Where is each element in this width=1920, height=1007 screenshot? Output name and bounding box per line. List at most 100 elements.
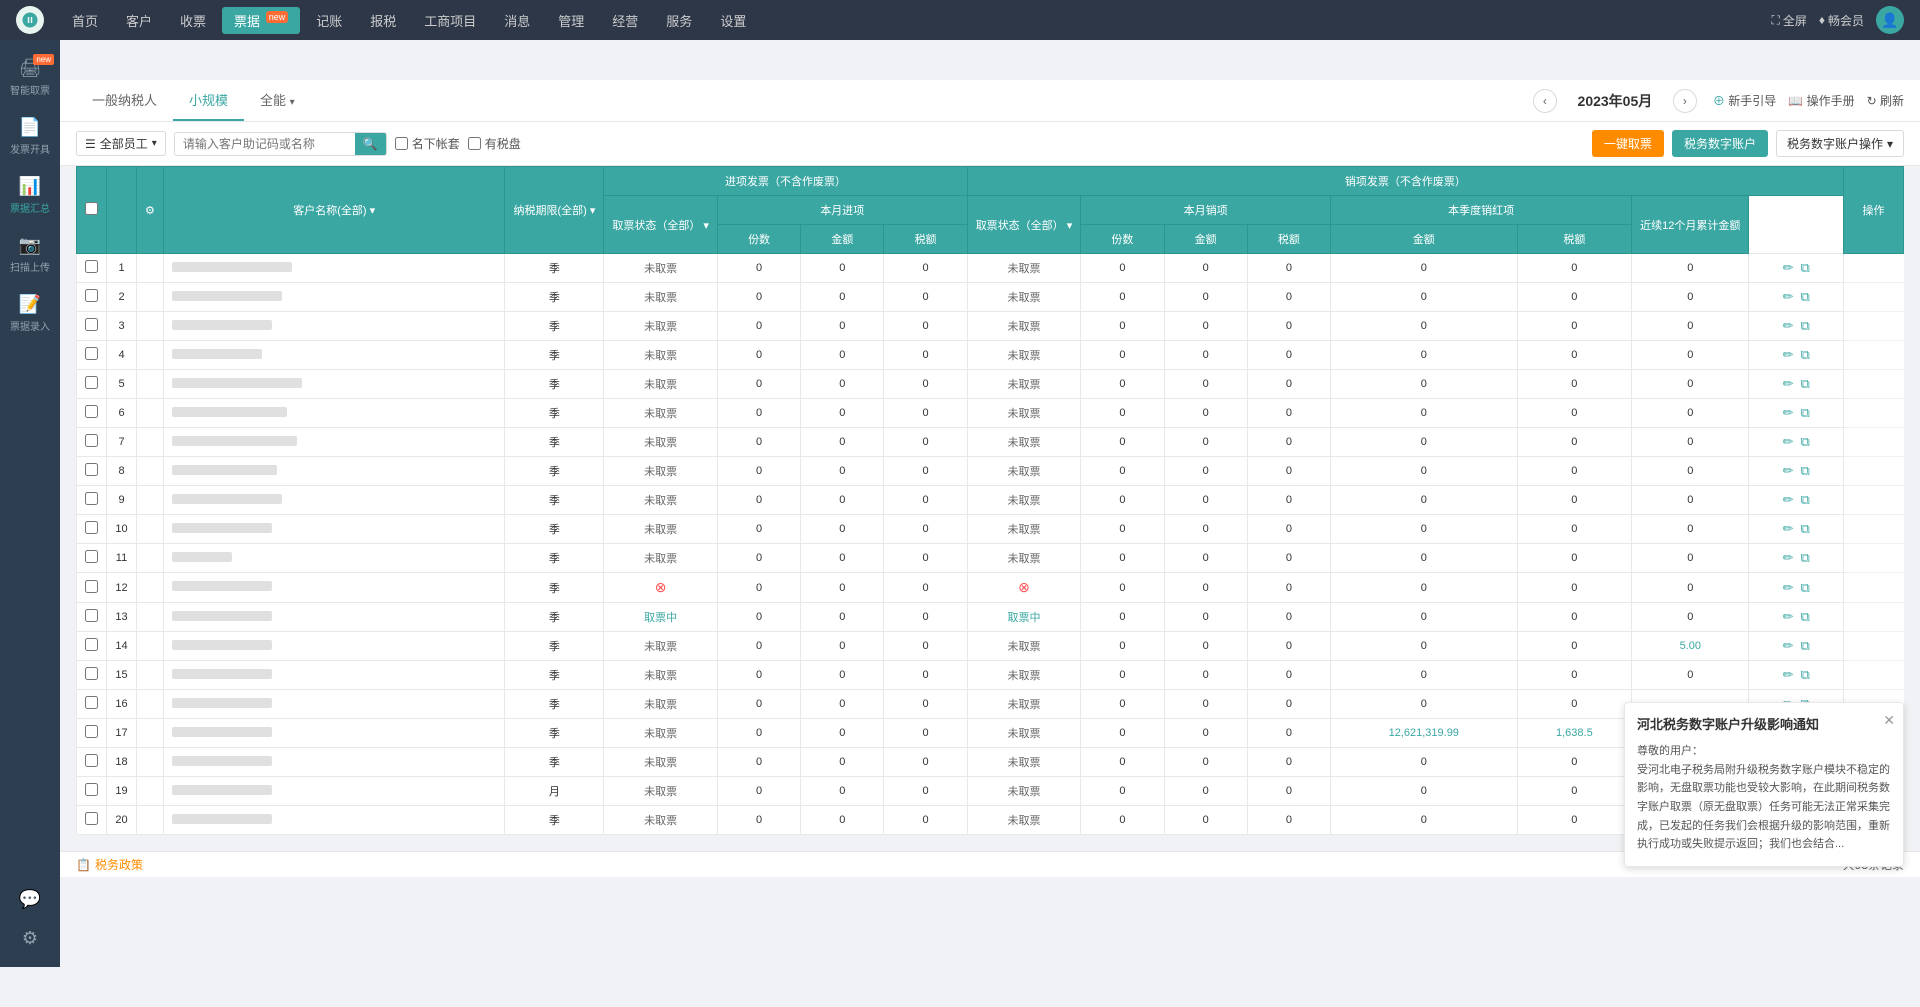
row-checkbox-cell[interactable]: [77, 399, 107, 428]
row-checkbox-cell[interactable]: [77, 515, 107, 544]
copy-btn[interactable]: ⧉: [1801, 492, 1810, 507]
row-checkbox[interactable]: [85, 667, 98, 680]
edit-btn[interactable]: ✏: [1783, 376, 1794, 391]
row-checkbox[interactable]: [85, 812, 98, 825]
row-checkbox-cell[interactable]: [77, 370, 107, 399]
row-checkbox-cell[interactable]: [77, 719, 107, 748]
row-checkbox-cell[interactable]: [77, 748, 107, 777]
nav-business[interactable]: 工商项目: [412, 7, 488, 34]
row-checkbox-cell[interactable]: [77, 544, 107, 573]
th-tax-period[interactable]: 纳税期限(全部) ▾: [505, 167, 604, 254]
row-checkbox-cell[interactable]: [77, 603, 107, 632]
row-checkbox[interactable]: [85, 289, 98, 302]
nav-service[interactable]: 服务: [654, 7, 704, 34]
sidebar-item-gear[interactable]: ⚙: [15, 920, 45, 957]
row-checkbox-cell[interactable]: [77, 661, 107, 690]
sidebar-item-ticket-summary[interactable]: 📊 票据汇总: [0, 168, 60, 223]
next-month-btn[interactable]: ›: [1673, 89, 1697, 113]
nav-settings[interactable]: 设置: [708, 7, 758, 34]
copy-btn[interactable]: ⧉: [1801, 609, 1810, 624]
edit-btn[interactable]: ✏: [1783, 434, 1794, 449]
guide-link[interactable]: ⊕ 新手引导: [1713, 92, 1776, 109]
row-checkbox[interactable]: [85, 725, 98, 738]
nav-receipts[interactable]: 收票: [168, 7, 218, 34]
check-hastaxbox[interactable]: 有税盘: [468, 135, 521, 152]
copy-btn[interactable]: ⧉: [1801, 260, 1810, 275]
row-checkbox[interactable]: [85, 463, 98, 476]
row-checkbox[interactable]: [85, 550, 98, 563]
row-checkbox-cell[interactable]: [77, 457, 107, 486]
edit-btn[interactable]: ✏: [1783, 318, 1794, 333]
select-all-checkbox[interactable]: [85, 202, 98, 215]
copy-btn[interactable]: ⧉: [1801, 580, 1810, 595]
check-myaccounts[interactable]: 名下帐套: [395, 135, 460, 152]
edit-btn[interactable]: ✏: [1783, 638, 1794, 653]
row-checkbox-cell[interactable]: [77, 341, 107, 370]
row-checkbox[interactable]: [85, 347, 98, 360]
row-checkbox-cell[interactable]: [77, 283, 107, 312]
edit-btn[interactable]: ✏: [1783, 492, 1794, 507]
row-checkbox[interactable]: [85, 783, 98, 796]
fullscreen-btn[interactable]: ⛶ 全屏: [1771, 12, 1806, 29]
row-checkbox-cell[interactable]: [77, 428, 107, 457]
row-checkbox[interactable]: [85, 696, 98, 709]
copy-btn[interactable]: ⧉: [1801, 318, 1810, 333]
row-checkbox[interactable]: [85, 580, 98, 593]
copy-btn[interactable]: ⧉: [1801, 434, 1810, 449]
sidebar-item-scan-upload[interactable]: 📷 扫描上传: [0, 227, 60, 282]
tab-general-taxpayer[interactable]: 一般纳税人: [76, 80, 173, 121]
row-checkbox-cell[interactable]: [77, 806, 107, 835]
one-click-ticket-btn[interactable]: 一键取票: [1592, 130, 1664, 157]
tax-digital-btn[interactable]: 税务数字账户: [1672, 130, 1768, 157]
edit-btn[interactable]: ✏: [1783, 463, 1794, 478]
search-input[interactable]: [175, 133, 355, 155]
nav-tickets[interactable]: 票据 new: [222, 7, 300, 34]
edit-btn[interactable]: ✏: [1783, 521, 1794, 536]
th-customer[interactable]: 客户名称(全部) ▾: [163, 167, 505, 254]
sidebar-item-invoice-open[interactable]: 📄 发票开具: [0, 109, 60, 164]
row-checkbox[interactable]: [85, 492, 98, 505]
nav-message[interactable]: 消息: [492, 7, 542, 34]
copy-btn[interactable]: ⧉: [1801, 289, 1810, 304]
tab-all[interactable]: 全能 ▾: [244, 80, 311, 121]
edit-btn[interactable]: ✏: [1783, 289, 1794, 304]
copy-btn[interactable]: ⧉: [1801, 667, 1810, 682]
row-checkbox-cell[interactable]: [77, 573, 107, 603]
prev-month-btn[interactable]: ‹: [1533, 89, 1557, 113]
manual-link[interactable]: 📖 操作手册: [1788, 92, 1854, 109]
nav-customer[interactable]: 客户: [114, 7, 164, 34]
row-checkbox-cell[interactable]: [77, 777, 107, 806]
member-btn[interactable]: ♦ 畅会员: [1819, 12, 1864, 29]
row-checkbox-cell[interactable]: [77, 690, 107, 719]
row-checkbox[interactable]: [85, 260, 98, 273]
copy-btn[interactable]: ⧉: [1801, 521, 1810, 536]
row-checkbox-cell[interactable]: [77, 312, 107, 341]
row-checkbox[interactable]: [85, 405, 98, 418]
edit-btn[interactable]: ✏: [1783, 667, 1794, 682]
nav-accounting[interactable]: 记账: [304, 7, 354, 34]
row-checkbox-cell[interactable]: [77, 254, 107, 283]
row-checkbox[interactable]: [85, 521, 98, 534]
row-checkbox[interactable]: [85, 376, 98, 389]
th-income-status[interactable]: 取票状态（全部） ▾: [604, 196, 718, 254]
edit-btn[interactable]: ✏: [1783, 580, 1794, 595]
copy-btn[interactable]: ⧉: [1801, 638, 1810, 653]
row-checkbox[interactable]: [85, 434, 98, 447]
edit-btn[interactable]: ✏: [1783, 550, 1794, 565]
nav-operation[interactable]: 经营: [600, 7, 650, 34]
copy-btn[interactable]: ⧉: [1801, 376, 1810, 391]
employee-select[interactable]: ☰ 全部员工 ▾: [76, 131, 166, 156]
nav-home[interactable]: 首页: [60, 7, 110, 34]
sidebar-item-ticket-entry[interactable]: 📝 票据录入: [0, 286, 60, 341]
copy-btn[interactable]: ⧉: [1801, 550, 1810, 565]
nav-manage[interactable]: 管理: [546, 7, 596, 34]
th-sales-status[interactable]: 取票状态（全部） ▾: [967, 196, 1081, 254]
tax-ops-dropdown[interactable]: 税务数字账户操作 ▾: [1776, 130, 1904, 157]
edit-btn[interactable]: ✏: [1783, 347, 1794, 362]
row-checkbox[interactable]: [85, 638, 98, 651]
row-checkbox-cell[interactable]: [77, 486, 107, 515]
copy-btn[interactable]: ⧉: [1801, 463, 1810, 478]
notification-close-btn[interactable]: ✕: [1883, 709, 1895, 731]
edit-btn[interactable]: ✏: [1783, 405, 1794, 420]
row-checkbox-cell[interactable]: [77, 632, 107, 661]
